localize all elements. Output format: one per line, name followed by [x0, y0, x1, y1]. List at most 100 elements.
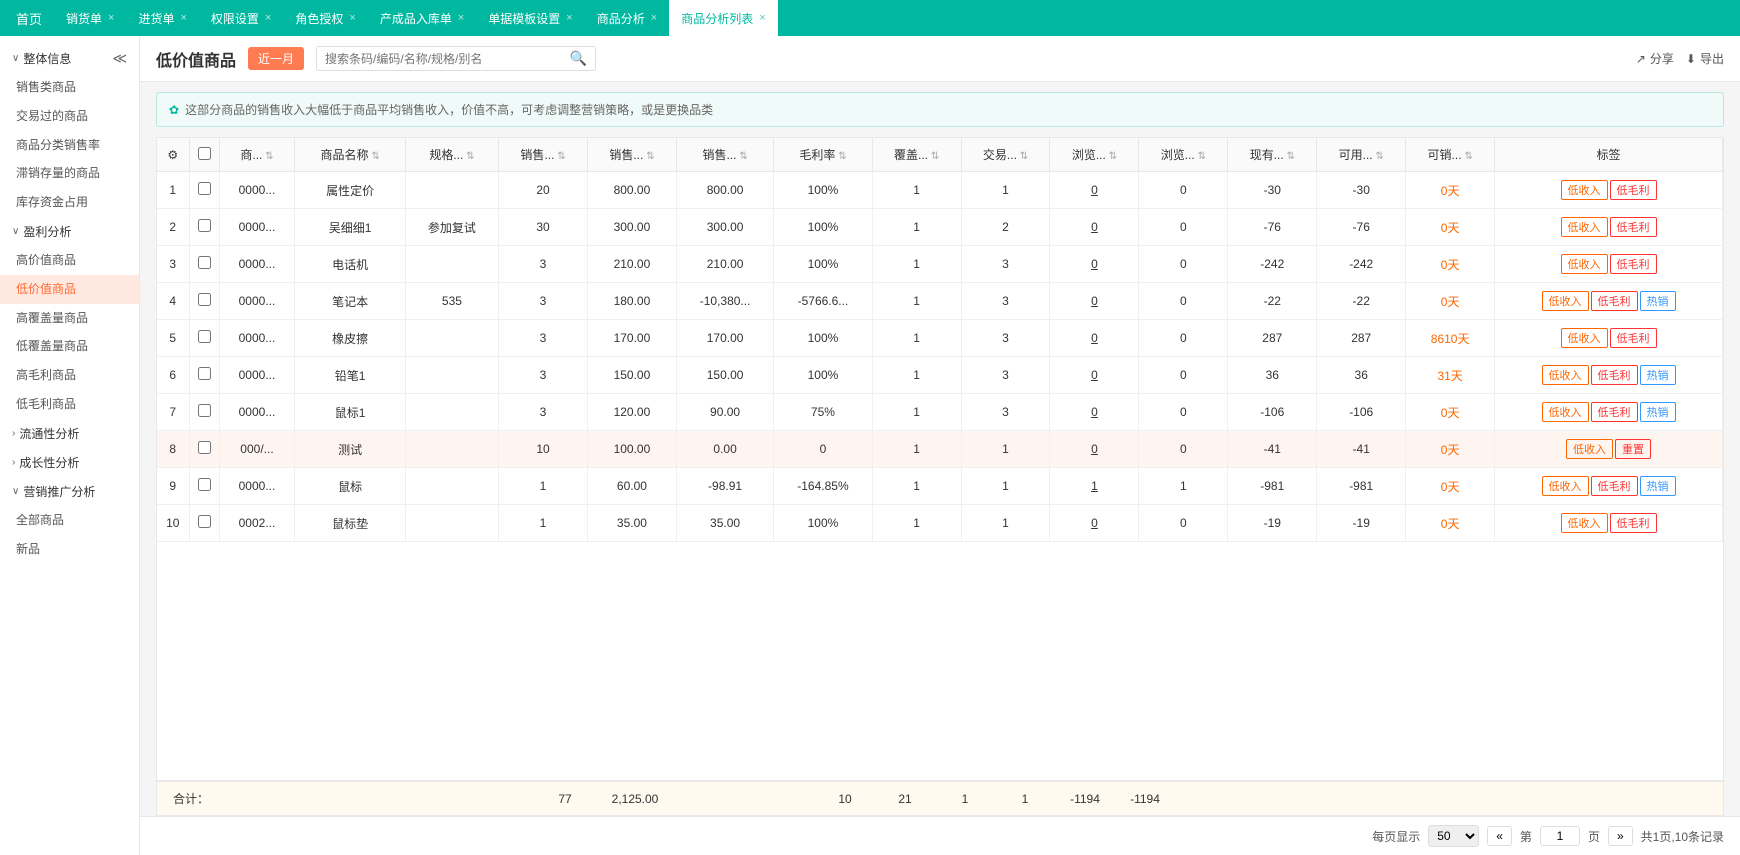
- checkbox-all-header[interactable]: [189, 138, 219, 172]
- row-checkbox[interactable]: [189, 431, 219, 468]
- prev-page-button[interactable]: «: [1487, 826, 1512, 846]
- sidebar-item-slow-moving[interactable]: 滞销存量的商品: [0, 159, 139, 188]
- search-icon[interactable]: 🔍: [570, 50, 587, 67]
- row-select-checkbox[interactable]: [198, 256, 211, 269]
- row-checkbox[interactable]: [189, 246, 219, 283]
- row-checkbox[interactable]: [189, 505, 219, 542]
- col-header-stock-now[interactable]: 现有...: [1228, 138, 1317, 172]
- row-checkbox[interactable]: [189, 394, 219, 431]
- row-name: 笔记本: [295, 283, 405, 320]
- sidebar-item-high-coverage[interactable]: 高覆盖量商品: [0, 304, 139, 333]
- col-header-sales-cost[interactable]: 销售...: [676, 138, 773, 172]
- row-browse2: 0: [1139, 283, 1228, 320]
- row-checkbox[interactable]: [189, 209, 219, 246]
- row-tags: 低收入低毛利: [1495, 172, 1723, 209]
- browse1-link[interactable]: 0: [1091, 294, 1098, 308]
- nav-production[interactable]: 产成品入库单×: [368, 0, 476, 36]
- sidebar-item-new-products[interactable]: 新品: [0, 535, 139, 564]
- search-input[interactable]: [325, 52, 570, 66]
- row-checkbox[interactable]: [189, 468, 219, 505]
- row-select-checkbox[interactable]: [198, 367, 211, 380]
- settings-icon[interactable]: ⚙: [167, 148, 178, 162]
- browse1-link[interactable]: 0: [1091, 442, 1098, 456]
- page-number-input[interactable]: [1540, 826, 1580, 846]
- sidebar-item-stock-fund[interactable]: 库存资金占用: [0, 188, 139, 217]
- export-button[interactable]: ⬇ 导出: [1686, 50, 1724, 67]
- browse1-link[interactable]: 0: [1091, 331, 1098, 345]
- sidebar-group-overall[interactable]: ∨ 整体信息 ≪: [0, 44, 139, 73]
- row-select-checkbox[interactable]: [198, 441, 211, 454]
- col-header-gross-rate[interactable]: 毛利率: [774, 138, 872, 172]
- sidebar-group-flow[interactable]: › 流通性分析: [0, 419, 139, 448]
- col-header-spec[interactable]: 规格...: [405, 138, 498, 172]
- row-coverage: 1: [872, 246, 961, 283]
- sidebar-item-all-products[interactable]: 全部商品: [0, 506, 139, 535]
- col-header-name[interactable]: 商品名称: [295, 138, 405, 172]
- sidebar-item-high-value[interactable]: 高价值商品: [0, 246, 139, 275]
- row-sales-qty: 10: [499, 431, 588, 468]
- footer-sales-price: 2,125.00: [595, 792, 675, 806]
- row-checkbox[interactable]: [189, 320, 219, 357]
- row-select-checkbox[interactable]: [198, 478, 211, 491]
- footer-label: 合计：: [173, 790, 233, 807]
- col-header-stock-sell[interactable]: 可销...: [1406, 138, 1495, 172]
- next-page-button[interactable]: »: [1608, 826, 1633, 846]
- nav-permissions[interactable]: 权限设置×: [199, 0, 283, 36]
- col-header-code[interactable]: 商...: [219, 138, 295, 172]
- sidebar-item-category-sales[interactable]: 商品分类销售率: [0, 131, 139, 160]
- table-row: 6 0000... 铅笔1 3 150.00 150.00 100% 1 3 0…: [157, 357, 1723, 394]
- row-days: 0天: [1406, 172, 1495, 209]
- main-layout: ∨ 整体信息 ≪ 销售类商品 交易过的商品 商品分类销售率 滞销存量的商品 库存…: [0, 36, 1740, 855]
- sidebar-group-growth[interactable]: › 成长性分析: [0, 448, 139, 477]
- nav-template[interactable]: 单据模板设置×: [476, 0, 584, 36]
- nav-home[interactable]: 首页: [4, 0, 54, 36]
- row-checkbox[interactable]: [189, 283, 219, 320]
- nav-product-analysis[interactable]: 商品分析×: [585, 0, 669, 36]
- row-select-checkbox[interactable]: [198, 404, 211, 417]
- settings-column-header[interactable]: ⚙: [157, 138, 189, 172]
- browse1-link[interactable]: 0: [1091, 220, 1098, 234]
- col-header-stock-avail[interactable]: 可用...: [1317, 138, 1406, 172]
- row-select-checkbox[interactable]: [198, 293, 211, 306]
- row-checkbox[interactable]: [189, 357, 219, 394]
- sidebar-item-high-margin[interactable]: 高毛利商品: [0, 361, 139, 390]
- select-all-checkbox[interactable]: [198, 147, 211, 160]
- sidebar-group-marketing[interactable]: ∨ 营销推广分析: [0, 477, 139, 506]
- sidebar-item-sales-products[interactable]: 销售类商品: [0, 73, 139, 102]
- row-select-checkbox[interactable]: [198, 515, 211, 528]
- row-tags: 低收入低毛利: [1495, 320, 1723, 357]
- row-trades: 3: [961, 357, 1050, 394]
- filter-recent-month-button[interactable]: 近一月: [248, 47, 304, 70]
- per-page-select[interactable]: 50 20 100: [1428, 825, 1479, 847]
- row-checkbox[interactable]: [189, 172, 219, 209]
- sidebar-item-low-margin[interactable]: 低毛利商品: [0, 390, 139, 419]
- nav-product-analysis-list[interactable]: 商品分析列表×: [669, 0, 777, 36]
- browse1-link[interactable]: 0: [1091, 516, 1098, 530]
- row-select-checkbox[interactable]: [198, 330, 211, 343]
- row-coverage: 1: [872, 357, 961, 394]
- col-header-browse2[interactable]: 浏览...: [1139, 138, 1228, 172]
- col-header-browse1[interactable]: 浏览...: [1050, 138, 1139, 172]
- row-select-checkbox[interactable]: [198, 182, 211, 195]
- sidebar-item-low-coverage[interactable]: 低覆盖量商品: [0, 332, 139, 361]
- share-button[interactable]: ↗ 分享: [1636, 50, 1674, 67]
- row-select-checkbox[interactable]: [198, 219, 211, 232]
- nav-roles[interactable]: 角色授权×: [283, 0, 367, 36]
- browse1-link[interactable]: 0: [1091, 183, 1098, 197]
- sidebar-item-traded-products[interactable]: 交易过的商品: [0, 102, 139, 131]
- browse1-link[interactable]: 0: [1091, 405, 1098, 419]
- browse1-link[interactable]: 0: [1091, 257, 1098, 271]
- col-header-sales-qty[interactable]: 销售...: [499, 138, 588, 172]
- col-header-trades[interactable]: 交易...: [961, 138, 1050, 172]
- browse1-link[interactable]: 0: [1091, 368, 1098, 382]
- col-header-sales-price[interactable]: 销售...: [587, 138, 676, 172]
- data-table: ⚙ 商... 商品名称 规格... 销售... 销售... 销售... 毛利率 …: [157, 138, 1723, 542]
- nav-purchase[interactable]: 进货单×: [126, 0, 198, 36]
- browse1-link[interactable]: 1: [1091, 479, 1098, 493]
- content-area: 低价值商品 近一月 🔍 ↗ 分享 ⬇ 导出 ✿ 这部分商品的销售收入大幅低于商品…: [140, 36, 1740, 855]
- col-header-coverage[interactable]: 覆盖...: [872, 138, 961, 172]
- sidebar-item-low-value[interactable]: 低价值商品: [0, 275, 139, 304]
- row-sales-qty: 3: [499, 320, 588, 357]
- sidebar-group-profit[interactable]: ∨ 盈利分析: [0, 217, 139, 246]
- nav-sales[interactable]: 销货单×: [54, 0, 126, 36]
